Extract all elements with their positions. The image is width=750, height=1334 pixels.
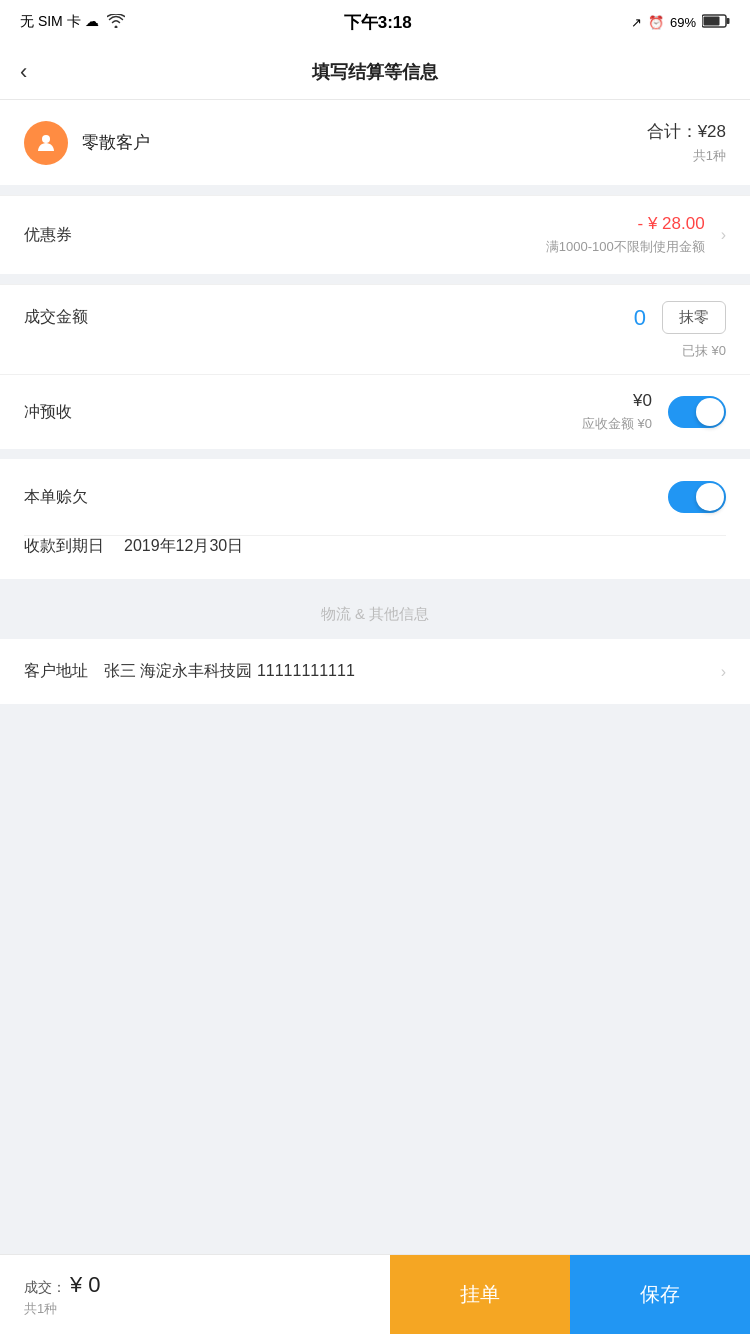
address-label: 客户地址 bbox=[24, 661, 104, 682]
customer-right: 合计：¥28 共1种 bbox=[647, 120, 726, 165]
deal-sub-row: 已抹 ¥0 bbox=[0, 340, 750, 374]
back-button[interactable]: ‹ bbox=[20, 59, 27, 85]
battery-text: 69% bbox=[670, 15, 696, 30]
address-value: 张三 海淀永丰科技园 11111111111 bbox=[104, 661, 711, 682]
page-title: 填写结算等信息 bbox=[312, 60, 438, 84]
bottom-deal-label: 成交： bbox=[24, 1279, 66, 1297]
deal-amount-input[interactable] bbox=[586, 305, 646, 331]
prepay-label: 冲预收 bbox=[24, 402, 72, 423]
customer-name: 零散客户 bbox=[82, 131, 150, 154]
coupon-right: - ¥ 28.00 满1000-100不限制使用金额 › bbox=[546, 214, 726, 256]
no-sim-text: 无 SIM 卡 ☁ bbox=[20, 13, 99, 31]
address-section[interactable]: 客户地址 张三 海淀永丰科技园 11111111111 › bbox=[0, 639, 750, 704]
empty-space bbox=[0, 714, 750, 914]
prepay-row: 冲预收 ¥0 应收金额 ¥0 bbox=[0, 374, 750, 449]
debit-toggle[interactable] bbox=[668, 481, 726, 513]
customer-left: 零散客户 bbox=[24, 121, 150, 165]
coupon-section[interactable]: 优惠券 - ¥ 28.00 满1000-100不限制使用金额 › bbox=[0, 195, 750, 274]
save-button[interactable]: 保存 bbox=[570, 1255, 750, 1335]
due-date-label: 收款到期日 bbox=[24, 536, 104, 557]
logistics-label: 物流 & 其他信息 bbox=[321, 605, 429, 624]
status-left: 无 SIM 卡 ☁ bbox=[20, 13, 125, 31]
debit-row: 本单赊欠 bbox=[0, 459, 750, 535]
bottom-deal-amount: ¥ 0 bbox=[70, 1272, 101, 1298]
round-zero-button[interactable]: 抹零 bbox=[662, 301, 726, 334]
nav-bar: ‹ 填写结算等信息 bbox=[0, 44, 750, 100]
due-date-value: 2019年12月30日 bbox=[124, 536, 243, 557]
deal-amount-label: 成交金额 bbox=[24, 307, 88, 328]
prepay-right: ¥0 应收金额 ¥0 bbox=[582, 391, 726, 433]
debit-label: 本单赊欠 bbox=[24, 487, 88, 508]
bottom-bar: 成交： ¥ 0 共1种 挂单 保存 bbox=[0, 1254, 750, 1334]
coupon-discount-note: 满1000-100不限制使用金额 bbox=[546, 238, 705, 256]
customer-section: 零散客户 合计：¥28 共1种 bbox=[0, 100, 750, 185]
status-right: ↗ ⏰ 69% bbox=[631, 14, 730, 31]
prepay-amount-top: ¥0 bbox=[582, 391, 652, 411]
alarm-icon: ⏰ bbox=[648, 15, 664, 30]
status-bar: 无 SIM 卡 ☁ 下午3:18 ↗ ⏰ 69% bbox=[0, 0, 750, 44]
coupon-label: 优惠券 bbox=[24, 225, 72, 246]
prepay-amount-bottom: 应收金额 ¥0 bbox=[582, 415, 652, 433]
debit-section: 本单赊欠 收款到期日 2019年12月30日 bbox=[0, 459, 750, 579]
prepay-amounts: ¥0 应收金额 ¥0 bbox=[582, 391, 652, 433]
avatar bbox=[24, 121, 68, 165]
total-count: 共1种 bbox=[647, 147, 726, 165]
battery-icon bbox=[702, 14, 730, 31]
total-amount: 合计：¥28 bbox=[647, 120, 726, 143]
address-chevron-icon: › bbox=[721, 663, 726, 681]
deal-amount-row: 成交金额 抹零 bbox=[0, 284, 750, 340]
svg-rect-1 bbox=[727, 18, 730, 24]
bottom-deal-count: 共1种 bbox=[24, 1300, 366, 1318]
deal-amount-section: 成交金额 抹零 已抹 ¥0 冲预收 ¥0 应收金额 ¥0 bbox=[0, 284, 750, 449]
address-row[interactable]: 客户地址 张三 海淀永丰科技园 11111111111 › bbox=[0, 639, 750, 704]
location-icon: ↗ bbox=[631, 15, 642, 30]
debit-toggle-knob bbox=[696, 483, 724, 511]
bottom-left: 成交： ¥ 0 共1种 bbox=[0, 1272, 390, 1318]
coupon-discount-value: - ¥ 28.00 bbox=[546, 214, 705, 234]
due-date-row: 收款到期日 2019年12月30日 bbox=[0, 536, 750, 579]
svg-rect-2 bbox=[704, 16, 720, 25]
status-time: 下午3:18 bbox=[344, 11, 412, 34]
toggle-knob bbox=[696, 398, 724, 426]
coupon-row[interactable]: 优惠券 - ¥ 28.00 满1000-100不限制使用金额 › bbox=[0, 195, 750, 274]
customer-row: 零散客户 合计：¥28 共1种 bbox=[0, 100, 750, 185]
chevron-right-icon: › bbox=[721, 226, 726, 244]
prepay-toggle[interactable] bbox=[668, 396, 726, 428]
wifi-icon bbox=[107, 14, 125, 31]
svg-point-3 bbox=[42, 135, 50, 143]
deal-sub-text: 已抹 ¥0 bbox=[682, 342, 726, 360]
coupon-value-col: - ¥ 28.00 满1000-100不限制使用金额 bbox=[546, 214, 705, 256]
hang-button[interactable]: 挂单 bbox=[390, 1255, 570, 1335]
logistics-divider: 物流 & 其他信息 bbox=[0, 589, 750, 639]
